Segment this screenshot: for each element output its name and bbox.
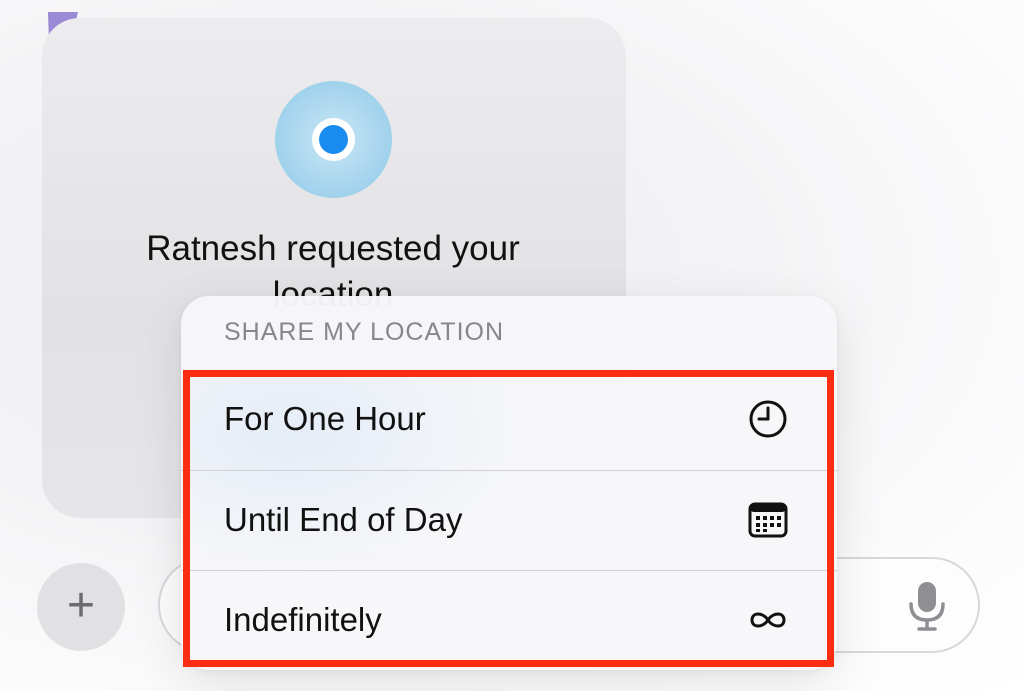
location-ring [312,118,355,161]
location-dot [319,125,348,154]
microphone-icon[interactable] [905,580,949,632]
location-request-text: Ratnesh requested your location [146,229,520,306]
location-pin-icon [275,81,392,198]
menu-header: SHARE MY LOCATION [224,318,505,346]
add-attachment-button[interactable]: + [37,563,125,651]
highlight-annotation [183,370,834,667]
